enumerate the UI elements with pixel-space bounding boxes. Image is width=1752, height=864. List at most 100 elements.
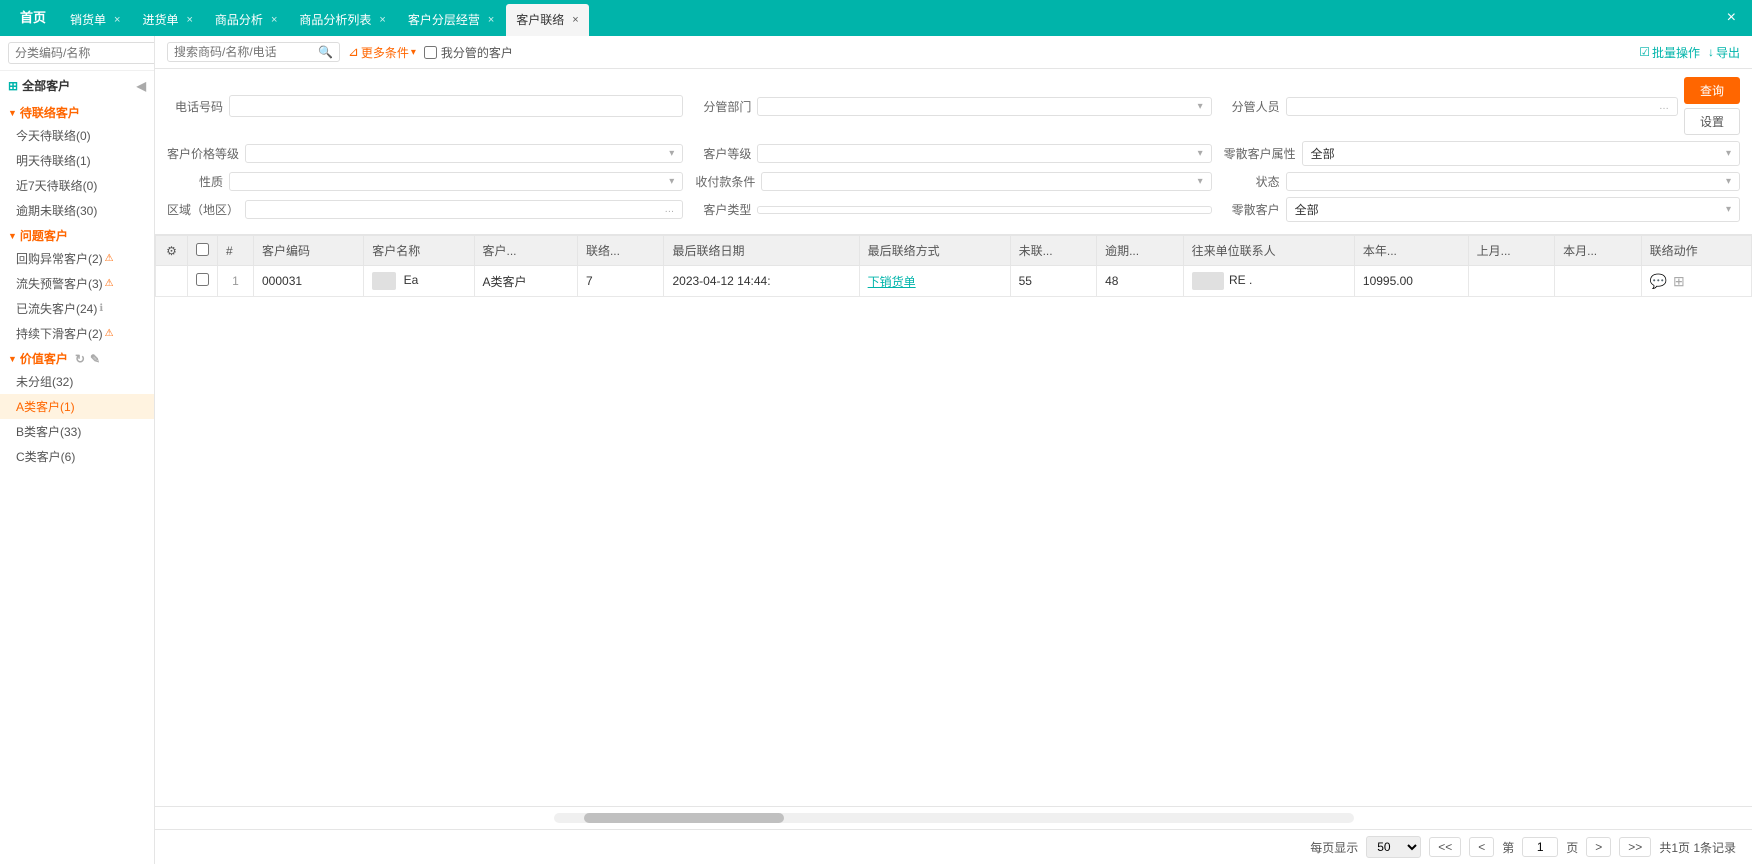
- contact-action-icon[interactable]: 💬: [1650, 273, 1667, 290]
- th-last-month[interactable]: 上月...: [1468, 236, 1555, 266]
- sidebar-item-tomorrow[interactable]: 明天待联络(1): [0, 148, 154, 173]
- refresh-icon[interactable]: ↻: [75, 352, 85, 366]
- close-tab-purchase-icon[interactable]: ×: [186, 4, 192, 36]
- close-tab-sales-icon[interactable]: ×: [114, 4, 120, 36]
- filter-status-select[interactable]: ▾: [1286, 172, 1740, 191]
- th-this-month[interactable]: 本月...: [1555, 236, 1642, 266]
- sidebar-item-repurchase-anomaly[interactable]: 回购异常客户(2) ⚠: [0, 246, 154, 271]
- sidebar-item-a-class[interactable]: A类客户(1): [0, 394, 154, 419]
- my-customers-checkbox[interactable]: 我分管的客户: [424, 44, 513, 61]
- filter-search-icon[interactable]: 🔍: [318, 45, 333, 59]
- last-contact-link[interactable]: 下销货单: [868, 275, 916, 289]
- nav-tab-analysis-list[interactable]: 商品分析列表 ×: [289, 4, 395, 36]
- dept-arrow-icon: ▾: [1198, 101, 1203, 112]
- scrollbar-track[interactable]: [554, 813, 1354, 823]
- triangle-icon-2: ▼: [8, 231, 17, 241]
- th-last-type[interactable]: 最后联络方式: [859, 236, 1010, 266]
- filter-customer-type-select[interactable]: [757, 206, 1211, 214]
- nav-tab-purchase[interactable]: 进货单 ×: [132, 4, 202, 36]
- horizontal-scrollbar[interactable]: [155, 806, 1752, 829]
- filter-retail-customer-select[interactable]: 全部 ▾: [1286, 197, 1740, 222]
- filter-dept-select[interactable]: ▾: [757, 97, 1211, 116]
- sidebar-item-today[interactable]: 今天待联络(0): [0, 123, 154, 148]
- sidebar-item-declining[interactable]: 持续下滑客户(2) ⚠: [0, 321, 154, 346]
- filter-retail-attr-select[interactable]: 全部 ▾: [1302, 141, 1740, 166]
- more-action-icon[interactable]: ⊞: [1673, 273, 1685, 290]
- sidebar-item-b-class[interactable]: B类客户(33): [0, 419, 154, 444]
- row-actions: 💬 ⊞: [1650, 273, 1743, 290]
- my-customers-check[interactable]: [424, 46, 437, 59]
- th-settings[interactable]: ⚙: [156, 236, 188, 266]
- filter-phone: 电话号码: [167, 95, 683, 117]
- sidebar-search-area: 🔍: [0, 36, 154, 71]
- filter-phone-input[interactable]: [229, 95, 683, 117]
- td-checkbox[interactable]: [188, 266, 218, 297]
- th-grade[interactable]: 客户...: [474, 236, 577, 266]
- th-overdue[interactable]: 逾期...: [1097, 236, 1184, 266]
- sidebar-item-7days[interactable]: 近7天待联络(0): [0, 173, 154, 198]
- sidebar-collapse-icon[interactable]: ◀: [137, 79, 146, 93]
- th-name[interactable]: 客户名称: [364, 236, 474, 266]
- grid-icon: ⊞: [8, 79, 18, 93]
- close-tab-analysis-icon[interactable]: ×: [271, 4, 277, 36]
- filter-search-box: 🔍: [167, 42, 340, 62]
- page-label: 第: [1502, 839, 1514, 856]
- window-close-button[interactable]: ×: [1719, 9, 1744, 27]
- sidebar-all-customers[interactable]: ⊞ 全部客户 ◀: [0, 71, 154, 100]
- td-overdue: 48: [1097, 266, 1184, 297]
- th-checkbox[interactable]: [188, 236, 218, 266]
- filter-customer-grade-select[interactable]: ▾: [757, 144, 1211, 163]
- next-page-button[interactable]: >: [1586, 837, 1611, 857]
- sidebar-item-churn-warning[interactable]: 流失预警客户(3) ⚠: [0, 271, 154, 296]
- right-actions: ☑ 批量操作 ↓ 导出: [1639, 44, 1740, 61]
- td-last-type[interactable]: 下销货单: [859, 266, 1010, 297]
- select-all-checkbox[interactable]: [196, 243, 209, 256]
- th-company-contact[interactable]: 往来单位联系人: [1183, 236, 1354, 266]
- page-number-input[interactable]: [1522, 837, 1558, 857]
- filter-nature-select[interactable]: ▾: [229, 172, 683, 191]
- nav-tab-customer-tier[interactable]: 客户分层经营 ×: [398, 4, 504, 36]
- filter-search-input[interactable]: [174, 45, 314, 59]
- contact-avatar: [1192, 272, 1224, 290]
- filter-region-select[interactable]: …: [245, 200, 683, 219]
- th-last-date[interactable]: 最后联络日期: [664, 236, 859, 266]
- prev-page-button[interactable]: <: [1469, 837, 1494, 857]
- close-tab-analysis-list-icon[interactable]: ×: [379, 4, 385, 36]
- edit-group-icon[interactable]: ✎: [90, 352, 100, 366]
- sidebar-search-input[interactable]: [8, 42, 155, 64]
- sidebar-group-problem[interactable]: ▼ 问题客户: [0, 223, 154, 246]
- row-checkbox[interactable]: [196, 273, 209, 286]
- th-code[interactable]: 客户编码: [254, 236, 364, 266]
- region-arrow-icon: …: [664, 204, 674, 215]
- close-tab-customer-tier-icon[interactable]: ×: [488, 4, 494, 36]
- th-contact-count[interactable]: 联络...: [577, 236, 664, 266]
- nav-tab-analysis[interactable]: 商品分析 ×: [205, 4, 287, 36]
- th-no-contact[interactable]: 未联...: [1010, 236, 1097, 266]
- sidebar-group-value[interactable]: ▼ 价值客户 ↻ ✎: [0, 346, 154, 369]
- nav-tab-customer-contact[interactable]: 客户联络 ×: [506, 4, 588, 36]
- th-year-amount[interactable]: 本年...: [1354, 236, 1468, 266]
- sidebar-item-overdue[interactable]: 逾期未联络(30): [0, 198, 154, 223]
- first-page-button[interactable]: <<: [1429, 837, 1461, 857]
- sidebar-item-churned[interactable]: 已流失客户(24) ℹ: [0, 296, 154, 321]
- filter-person-select[interactable]: …: [1286, 97, 1678, 116]
- last-page-button[interactable]: >>: [1619, 837, 1651, 857]
- sidebar-group-pending[interactable]: ▼ 待联络客户: [0, 100, 154, 123]
- content-area: 🔍 ⊿ 更多条件 ▾ 我分管的客户 ☑ 批量操作 ↓ 导出: [155, 36, 1752, 864]
- sidebar-item-unclassified[interactable]: 未分组(32): [0, 369, 154, 394]
- sidebar-item-c-class[interactable]: C类客户(6): [0, 444, 154, 469]
- per-page-select[interactable]: 50 100 200: [1366, 836, 1421, 858]
- filter-price-grade-select[interactable]: ▾: [245, 144, 683, 163]
- settings-button[interactable]: 设置: [1684, 108, 1740, 135]
- scrollbar-thumb[interactable]: [584, 813, 784, 823]
- filter-payment-select[interactable]: ▾: [761, 172, 1211, 191]
- td-num: 1: [218, 266, 254, 297]
- th-action[interactable]: 联络动作: [1641, 236, 1751, 266]
- close-tab-customer-contact-icon[interactable]: ×: [572, 4, 578, 36]
- nav-home[interactable]: 首页: [8, 0, 58, 36]
- query-button[interactable]: 查询: [1684, 77, 1740, 104]
- filter-more-btn[interactable]: ⊿ 更多条件 ▾: [348, 44, 416, 61]
- nav-tab-sales[interactable]: 销货单 ×: [60, 4, 130, 36]
- batch-action-btn[interactable]: ☑ 批量操作: [1639, 44, 1700, 61]
- export-btn[interactable]: ↓ 导出: [1708, 44, 1740, 61]
